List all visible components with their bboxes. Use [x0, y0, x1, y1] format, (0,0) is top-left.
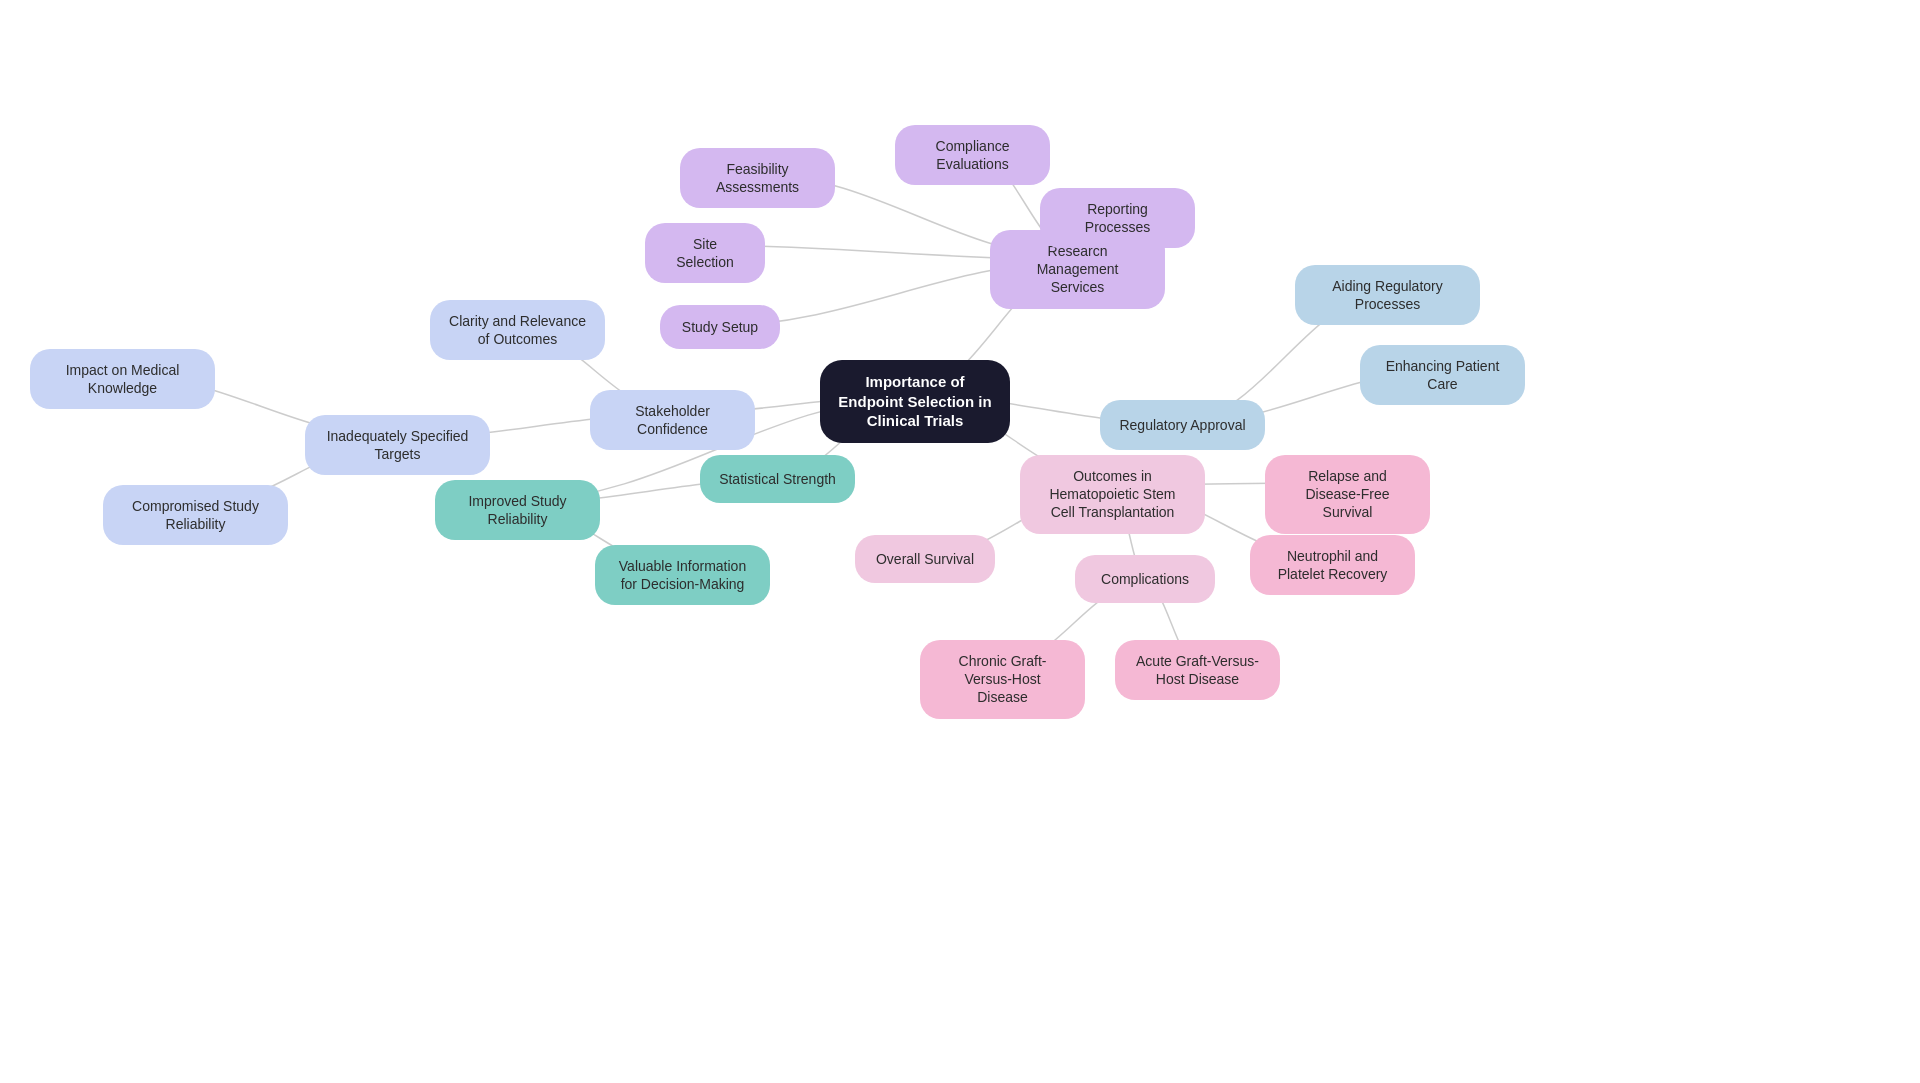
node-site_selection: Site Selection	[645, 223, 765, 283]
node-neutrophil: Neutrophil and Platelet Recovery	[1250, 535, 1415, 595]
node-regulatory_approval: Regulatory Approval	[1100, 400, 1265, 450]
node-reporting: Reporting Processes	[1040, 188, 1195, 248]
node-outcomes_hema: Outcomes in Hematopoietic Stem Cell Tran…	[1020, 455, 1205, 534]
node-compromised: Compromised Study Reliability	[103, 485, 288, 545]
node-aiding_regulatory: Aiding Regulatory Processes	[1295, 265, 1480, 325]
node-complications: Complications	[1075, 555, 1215, 603]
node-feasibility: Feasibility Assessments	[680, 148, 835, 208]
node-overall_survival: Overall Survival	[855, 535, 995, 583]
node-study_setup: Study Setup	[660, 305, 780, 349]
node-improved_reliability: Improved Study Reliability	[435, 480, 600, 540]
node-relapse: Relapse and Disease-Free Survival	[1265, 455, 1430, 534]
node-acute_graft: Acute Graft-Versus-Host Disease	[1115, 640, 1280, 700]
node-center: Importance of Endpoint Selection in Clin…	[820, 360, 1010, 443]
node-statistical: Statistical Strength	[700, 455, 855, 503]
node-valuable: Valuable Information for Decision-Making	[595, 545, 770, 605]
node-inadequate: Inadequately Specified Targets	[305, 415, 490, 475]
node-clarity: Clarity and Relevance of Outcomes	[430, 300, 605, 360]
mindmap-container: Importance of Endpoint Selection in Clin…	[0, 0, 1920, 1083]
node-chronic_graft: Chronic Graft-Versus-Host Disease	[920, 640, 1085, 719]
node-enhancing_patient: Enhancing Patient Care	[1360, 345, 1525, 405]
node-stakeholder: Stakeholder Confidence	[590, 390, 755, 450]
node-compliance: Compliance Evaluations	[895, 125, 1050, 185]
node-impact_medical: Impact on Medical Knowledge	[30, 349, 215, 409]
